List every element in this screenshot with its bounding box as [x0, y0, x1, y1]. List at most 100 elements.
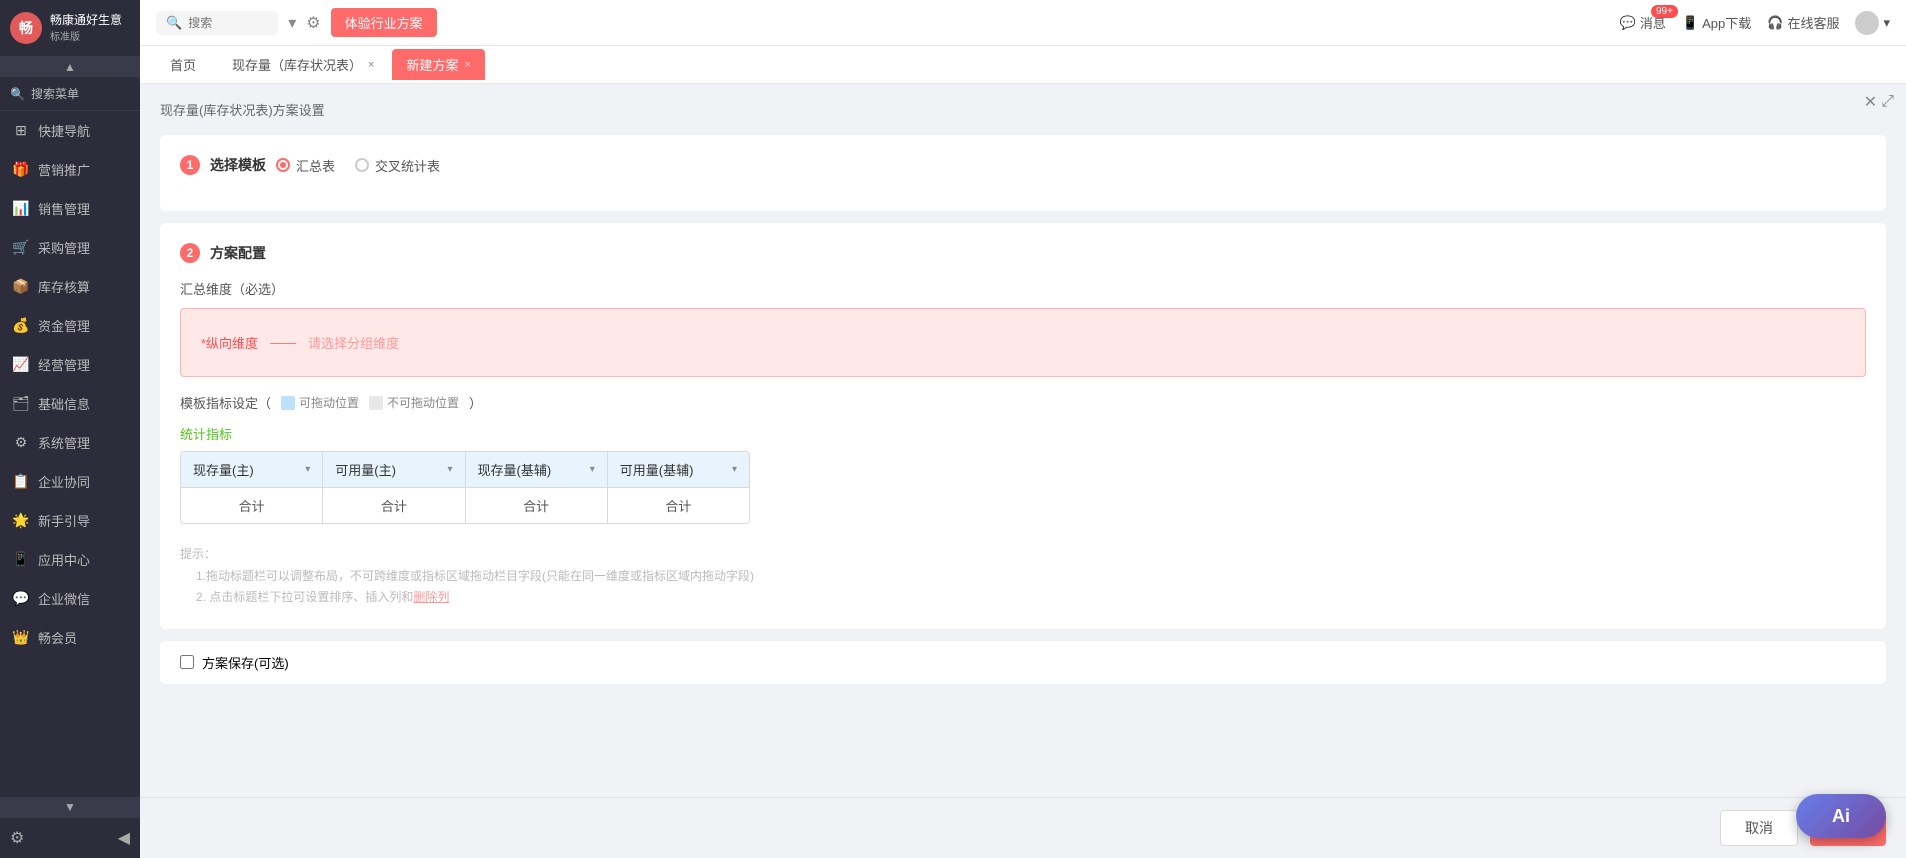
step2-header: 2 方案配置 — [180, 243, 1866, 263]
trial-button[interactable]: 体验行业方案 — [331, 8, 437, 37]
tab-home[interactable]: 首页 — [156, 49, 210, 80]
tag-blue-icon — [281, 396, 295, 410]
content-area: ✕ ⤢ 现存量(库存状况表)方案设置 1 选择模板 汇总表 交叉统计表 — [140, 84, 1906, 797]
service-label: 在线客服 — [1787, 13, 1839, 32]
tab-new-plan[interactable]: 新建方案 × — [392, 49, 484, 80]
stats-col-1-label: 可用量(主) — [335, 460, 396, 479]
system-icon: ⚙ — [12, 434, 30, 452]
step1-number: 1 — [180, 155, 200, 175]
panel-controls: ✕ ⤢ — [1852, 84, 1906, 120]
settings-icon[interactable]: ⚙ — [10, 828, 24, 848]
sidebar-item-contract[interactable]: 📋 企业协同 — [0, 462, 140, 501]
sidebar-item-vip[interactable]: 👑 畅会员 — [0, 618, 140, 657]
nav-icon: ⊞ — [12, 122, 30, 140]
expand-panel-button[interactable]: ⤢ — [1881, 93, 1894, 111]
system-label: 系统管理 — [38, 433, 90, 452]
stats-col-0[interactable]: 现存量(主) ▾ — [181, 452, 323, 487]
sidebar-scroll-up[interactable]: ▲ — [0, 57, 140, 77]
operations-icon: 📈 — [12, 356, 30, 374]
save-section: 方案保存(可选) — [160, 641, 1886, 684]
sidebar-item-system[interactable]: ⚙ 系统管理 — [0, 423, 140, 462]
stats-col-2-label: 现存量(基辅) — [478, 460, 552, 479]
sidebar-item-finance[interactable]: 💰 资金管理 — [0, 306, 140, 345]
dimension-area[interactable]: *纵向维度 —— 请选择分组维度 — [180, 308, 1866, 377]
message-icon: 💬 — [1620, 15, 1636, 31]
user-menu[interactable]: ▾ — [1855, 11, 1890, 35]
tab-inventory-close[interactable]: × — [368, 59, 374, 71]
sidebar-item-marketing[interactable]: 🎁 营销推广 — [0, 150, 140, 189]
stats-cell-3: 合计 — [608, 488, 749, 523]
stats-col-3-label: 可用量(基辅) — [620, 460, 694, 479]
cancel-button[interactable]: 取消 — [1720, 810, 1798, 846]
stats-cell-0: 合计 — [181, 488, 323, 523]
save-checkbox[interactable] — [180, 655, 194, 669]
delete-column-link[interactable]: 删除列 — [413, 590, 449, 604]
indicator-tag-nodrag: 不可拖动位置 — [369, 394, 459, 411]
topbar-left: 🔍 ▾ ⚙ 体验行业方案 — [156, 8, 437, 37]
step1-section: 1 选择模板 汇总表 交叉统计表 — [160, 135, 1886, 211]
sidebar-item-base[interactable]: 🗂 基础信息 — [0, 384, 140, 423]
topbar-search-box[interactable]: 🔍 — [156, 11, 278, 35]
message-button[interactable]: 💬 消息 99+ — [1620, 13, 1666, 32]
vip-label: 畅会员 — [38, 628, 77, 647]
tab-new-plan-close[interactable]: × — [464, 59, 470, 71]
topbar-settings-icon[interactable]: ⚙ — [306, 13, 320, 33]
tag-nodrag-label: 不可拖动位置 — [387, 394, 459, 411]
template-radio-group: 汇总表 交叉统计表 — [276, 156, 440, 175]
contract-icon: 📋 — [12, 473, 30, 491]
sidebar: 畅 畅康通好生意 标准版 ▲ 🔍 搜索菜单 ⊞ 快捷导航 🎁 营销推广 📊 销售… — [0, 0, 140, 858]
tips-section: 提示： 1.拖动标题栏可以调整布局，不可跨维度或指标区域拖动栏目字段(只能在同一… — [180, 544, 1866, 609]
guide-icon: 🌟 — [12, 512, 30, 530]
stats-col-1[interactable]: 可用量(主) ▾ — [323, 452, 465, 487]
tip-1-text: 2. 点击标题栏下拉可设置排序、插入列和 — [196, 590, 413, 604]
search-icon: 🔍 — [166, 15, 182, 31]
step2-number: 2 — [180, 243, 200, 263]
collapse-icon[interactable]: ◀ — [118, 828, 130, 848]
finance-icon: 💰 — [12, 317, 30, 335]
apps-label: 应用中心 — [38, 550, 90, 569]
col-0-arrow: ▾ — [305, 464, 310, 475]
ai-bubble[interactable]: Ai — [1796, 794, 1886, 838]
sidebar-item-wechat[interactable]: 💬 企业微信 — [0, 579, 140, 618]
step1-header: 1 选择模板 汇总表 交叉统计表 — [180, 155, 1866, 175]
operations-label: 经营管理 — [38, 355, 90, 374]
sidebar-item-guide[interactable]: 🌟 新手引导 — [0, 501, 140, 540]
sidebar-item-apps[interactable]: 📱 应用中心 — [0, 540, 140, 579]
close-panel-button[interactable]: ✕ — [1864, 92, 1877, 112]
radio-cross-label: 交叉统计表 — [375, 156, 440, 175]
sidebar-item-sales[interactable]: 📊 销售管理 — [0, 189, 140, 228]
stats-label: 统计指标 — [180, 424, 1866, 443]
col-3-arrow: ▾ — [732, 464, 737, 475]
sales-icon: 📊 — [12, 200, 30, 218]
tips-title: 提示： — [180, 547, 216, 561]
sidebar-item-inventory[interactable]: 📦 库存核算 — [0, 267, 140, 306]
stats-col-2[interactable]: 现存量(基辅) ▾ — [466, 452, 608, 487]
message-badge: 99+ — [1651, 5, 1678, 18]
apps-icon: 📱 — [12, 551, 30, 569]
dimension-label: 汇总维度（必选） — [180, 279, 1866, 298]
sidebar-search-item[interactable]: 🔍 搜索菜单 — [0, 77, 140, 111]
sidebar-item-operations[interactable]: 📈 经营管理 — [0, 345, 140, 384]
tab-inventory[interactable]: 现存量（库存状况表） × — [218, 49, 388, 80]
sidebar-item-purchase[interactable]: 🛒 采购管理 — [0, 228, 140, 267]
online-service-button[interactable]: 🎧 在线客服 — [1767, 13, 1839, 32]
stats-col-3[interactable]: 可用量(基辅) ▾ — [608, 452, 749, 487]
save-label: 方案保存(可选) — [202, 653, 289, 672]
topbar-chevron-icon[interactable]: ▾ — [288, 13, 296, 33]
radio-cross[interactable]: 交叉统计表 — [355, 156, 440, 175]
col-2-arrow: ▾ — [590, 464, 595, 475]
sidebar-item-nav[interactable]: ⊞ 快捷导航 — [0, 111, 140, 150]
finance-label: 资金管理 — [38, 316, 90, 335]
app-download-button[interactable]: 📱 App下载 — [1682, 13, 1751, 32]
indicator-label-row: 模板指标设定（ 可拖动位置 不可拖动位置 ） — [180, 393, 1866, 412]
page-title: 现存量(库存状况表)方案设置 — [160, 100, 1886, 119]
search-input[interactable] — [188, 16, 268, 30]
user-avatar — [1855, 11, 1879, 35]
purchase-icon: 🛒 — [12, 239, 30, 257]
tip-item-1: 2. 点击标题栏下拉可设置排序、插入列和删除列 — [196, 587, 1866, 609]
stats-cell-1: 合计 — [323, 488, 465, 523]
radio-summary[interactable]: 汇总表 — [276, 156, 335, 175]
stats-col-0-label: 现存量(主) — [193, 460, 254, 479]
sidebar-scroll-down[interactable]: ▼ — [0, 797, 140, 817]
contract-label: 企业协同 — [38, 472, 90, 491]
